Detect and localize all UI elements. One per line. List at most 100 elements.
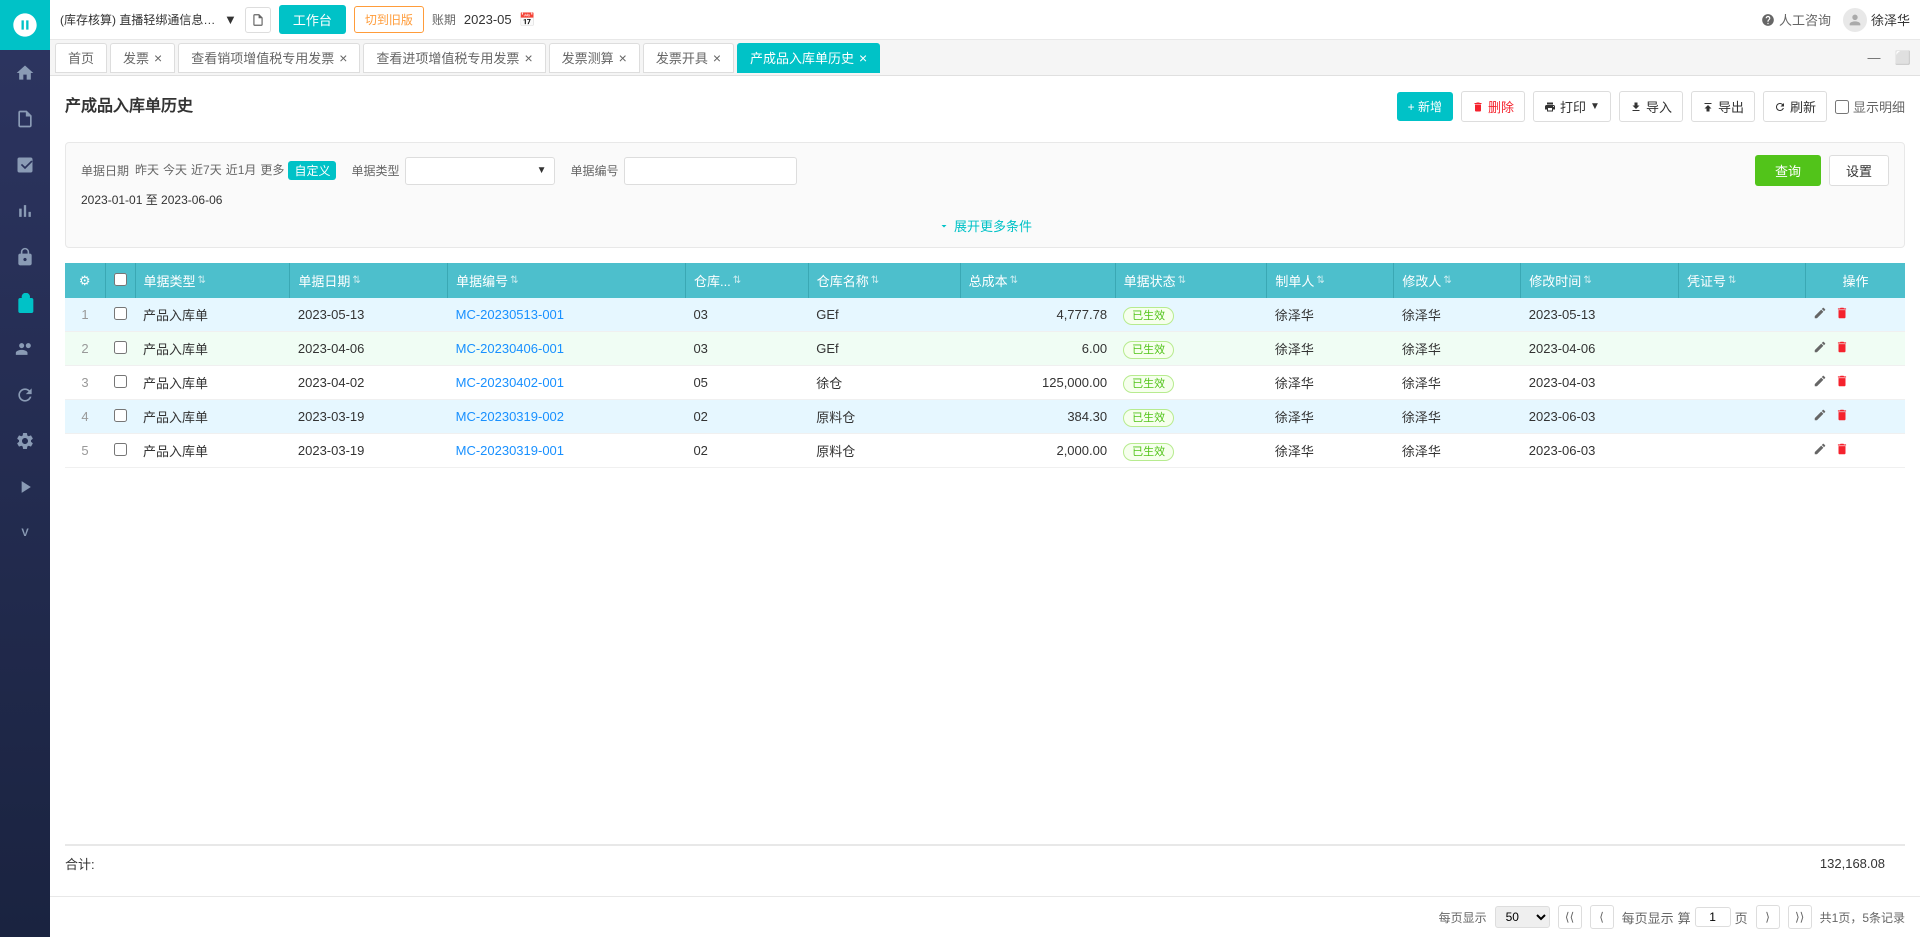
shortcut-1month[interactable]: 近1月 [226,161,257,180]
cell-modify-time: 2023-04-03 [1521,366,1679,400]
number-link[interactable]: MC-20230319-001 [456,443,564,458]
th-date[interactable]: 单据日期⇅ [290,263,448,298]
page-last-btn[interactable]: ⟩⟩ [1788,905,1812,929]
row-checkbox[interactable] [114,443,127,456]
row-checkbox[interactable] [114,375,127,388]
page-size-select[interactable]: 50 100 200 [1495,906,1550,928]
number-link[interactable]: MC-20230319-002 [456,409,564,424]
number-link[interactable]: MC-20230513-001 [456,307,564,322]
new-button[interactable]: + 新增 [1397,92,1453,121]
th-modify-time[interactable]: 修改时间⇅ [1521,263,1679,298]
tab-product-inbound-close[interactable]: × [859,51,867,65]
th-checkbox[interactable] [105,263,135,298]
print-button[interactable]: 打印 ▼ [1533,91,1611,122]
sidebar-item-lock[interactable] [0,234,50,280]
company-selector[interactable]: (库存核算) 直播轻绑通信息技股份... ▼ [60,11,237,28]
tab-sales-vat[interactable]: 查看销项增值税专用发票 × [178,43,360,73]
page-prev-btn[interactable]: ⟨ [1590,905,1614,929]
sidebar-item-inventory[interactable] [0,280,50,326]
sidebar-item-documents[interactable] [0,96,50,142]
page-next-btn[interactable]: ⟩ [1756,905,1780,929]
th-warehouse-code[interactable]: 仓库...⇅ [685,263,808,298]
service-button[interactable]: 人工咨询 [1761,10,1831,29]
shortcut-custom[interactable]: 自定义 [288,161,336,180]
workbench-button[interactable]: 工作台 [279,5,346,34]
shortcut-yesterday[interactable]: 昨天 [135,161,159,180]
topbar-left: (库存核算) 直播轻绑通信息技股份... ▼ 工作台 切到旧版 账期 2023-… [60,5,1761,34]
th-status[interactable]: 单据状态⇅ [1115,263,1267,298]
page-first-btn[interactable]: ⟨⟨ [1558,905,1582,929]
edit-action-btn[interactable] [1813,374,1827,391]
th-creator[interactable]: 制单人⇅ [1267,263,1394,298]
tab-invoice-close[interactable]: × [154,51,162,65]
select-all-checkbox[interactable] [114,273,127,286]
sidebar-item-refresh[interactable] [0,372,50,418]
tab-purchase-vat[interactable]: 查看进项增值税专用发票 × [363,43,545,73]
tab-invoice-open-close[interactable]: × [713,51,721,65]
refresh-button[interactable]: 刷新 [1763,91,1827,122]
show-detail-checkbox[interactable] [1835,100,1849,114]
export-button[interactable]: 导出 [1691,91,1755,122]
period-calendar-icon[interactable]: 📅 [519,12,535,27]
cell-checkbox[interactable] [105,366,135,400]
cell-checkbox[interactable] [105,400,135,434]
edit-action-btn[interactable] [1813,306,1827,323]
th-total-cost[interactable]: 总成本⇅ [960,263,1115,298]
filter-number-input[interactable] [624,157,797,185]
th-settings[interactable]: ⚙ [65,263,105,298]
delete-action-btn[interactable] [1835,408,1849,425]
edit-action-btn[interactable] [1813,340,1827,357]
tabbar-maximize-btn[interactable]: ⬜ [1891,46,1915,70]
tabbar-minimize-btn[interactable]: — [1862,46,1886,70]
sidebar-item-chart[interactable] [0,188,50,234]
row-checkbox[interactable] [114,307,127,320]
sidebar-item-play[interactable] [0,464,50,510]
set-button[interactable]: 设置 [1829,155,1889,186]
tab-home[interactable]: 首页 [55,43,107,73]
shortcut-today[interactable]: 今天 [163,161,187,180]
tab-invoice[interactable]: 发票 × [110,43,175,73]
expand-more-btn[interactable]: 展开更多条件 [938,216,1032,235]
tab-product-inbound[interactable]: 产成品入库单历史 × [737,43,880,73]
switch-version-button[interactable]: 切到旧版 [354,6,424,33]
delete-action-btn[interactable] [1835,442,1849,459]
import-button[interactable]: 导入 [1619,91,1683,122]
tab-sales-vat-close[interactable]: × [339,51,347,65]
shortcut-7days[interactable]: 近7天 [191,161,222,180]
th-warehouse-name[interactable]: 仓库名称⇅ [808,263,960,298]
sidebar-item-settings[interactable] [0,418,50,464]
th-type[interactable]: 单据类型⇅ [135,263,290,298]
sidebar-item-analytics[interactable] [0,142,50,188]
document-icon-btn[interactable] [245,7,271,33]
cell-checkbox[interactable] [105,434,135,468]
tab-purchase-vat-close[interactable]: × [524,51,532,65]
row-checkbox[interactable] [114,409,127,422]
tab-invoice-calc-close[interactable]: × [619,51,627,65]
page-number-input[interactable] [1695,907,1731,927]
cell-checkbox[interactable] [105,332,135,366]
query-button[interactable]: 查询 [1755,155,1821,186]
settings-icon[interactable]: ⚙ [79,273,91,288]
th-number[interactable]: 单据编号⇅ [448,263,686,298]
sidebar-item-users[interactable] [0,326,50,372]
number-link[interactable]: MC-20230402-001 [456,375,564,390]
sidebar-item-version[interactable]: V [0,510,50,556]
th-voucher[interactable]: 凭证号⇅ [1679,263,1806,298]
delete-action-btn[interactable] [1835,374,1849,391]
tab-invoice-calc[interactable]: 发票测算 × [549,43,640,73]
row-checkbox[interactable] [114,341,127,354]
delete-action-btn[interactable] [1835,340,1849,357]
delete-button[interactable]: 删除 [1461,91,1525,122]
filter-type-select[interactable]: ▼ [405,157,555,185]
edit-action-btn[interactable] [1813,442,1827,459]
sidebar-item-home[interactable] [0,50,50,96]
user-info[interactable]: 徐泽华 [1843,8,1910,32]
cell-warehouse-code: 05 [685,366,808,400]
tab-invoice-open[interactable]: 发票开具 × [643,43,734,73]
number-link[interactable]: MC-20230406-001 [456,341,564,356]
cell-checkbox[interactable] [105,298,135,332]
th-modifier[interactable]: 修改人⇅ [1394,263,1521,298]
edit-action-btn[interactable] [1813,408,1827,425]
delete-action-btn[interactable] [1835,306,1849,323]
shortcut-more[interactable]: 更多 [260,161,284,180]
